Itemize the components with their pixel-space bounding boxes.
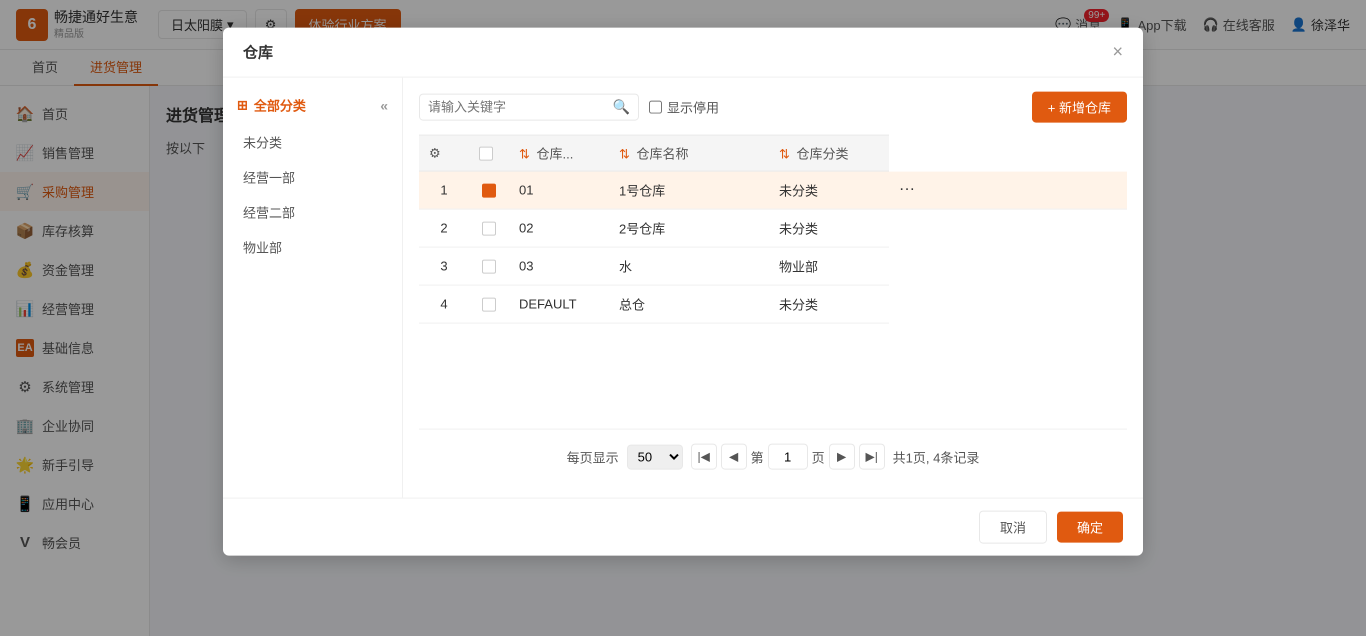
category-all-text: 全部分类 bbox=[254, 96, 306, 115]
cell-checkbox[interactable] bbox=[469, 247, 509, 285]
modal-main: 🔍 显示停用 + 新增仓库 ⚙ bbox=[403, 78, 1143, 498]
modal-close-button[interactable]: × bbox=[1112, 42, 1123, 63]
cell-category: 未分类 bbox=[769, 285, 889, 323]
cell-category: 物业部 bbox=[769, 247, 889, 285]
table-row[interactable]: 3 03 水 物业部 bbox=[419, 247, 1127, 285]
row-actions[interactable]: ··· bbox=[889, 171, 1127, 209]
first-page-button[interactable]: |◀ bbox=[691, 444, 717, 470]
table-head: ⚙ ⇅ 仓库... ⇅ 仓库名称 bbox=[419, 135, 1127, 171]
modal-toolbar: 🔍 显示停用 + 新增仓库 bbox=[419, 92, 1127, 123]
page-nav: |◀ ◀ 第 页 ▶ ▶| bbox=[691, 444, 885, 470]
th-name: ⇅ 仓库名称 bbox=[609, 135, 769, 171]
category-item-ops1[interactable]: 经营一部 bbox=[223, 160, 402, 195]
page-label: 第 bbox=[751, 447, 764, 466]
sort-icon-name: ⇅ bbox=[619, 147, 630, 162]
cell-name: 1号仓库 bbox=[609, 171, 769, 209]
search-box: 🔍 bbox=[419, 94, 639, 121]
modal-body: ⊞ 全部分类 « 未分类 经营一部 经营二部 物业部 🔍 显示停用 bbox=[223, 78, 1143, 498]
cell-name: 2号仓库 bbox=[609, 209, 769, 247]
sort-icon-cat: ⇅ bbox=[779, 147, 790, 162]
category-item-ops2[interactable]: 经营二部 bbox=[223, 195, 402, 230]
table-header-row: ⚙ ⇅ 仓库... ⇅ 仓库名称 bbox=[419, 135, 1127, 171]
cell-checkbox[interactable] bbox=[469, 171, 509, 209]
per-page-label: 每页显示 bbox=[567, 447, 619, 466]
modal-header: 仓库 × bbox=[223, 28, 1143, 78]
cell-name: 总仓 bbox=[609, 285, 769, 323]
category-all-label[interactable]: ⊞ 全部分类 bbox=[237, 96, 306, 115]
page-input[interactable] bbox=[768, 444, 808, 470]
table-row[interactable]: 4 DEFAULT 总仓 未分类 bbox=[419, 285, 1127, 323]
cell-code: 02 bbox=[509, 209, 609, 247]
cell-index: 1 bbox=[419, 171, 469, 209]
gear-col-icon: ⚙ bbox=[429, 145, 441, 160]
modal-footer: 取消 确定 bbox=[223, 498, 1143, 556]
show-disabled-label[interactable]: 显示停用 bbox=[649, 98, 719, 117]
warehouse-modal: 仓库 × ⊞ 全部分类 « 未分类 经营一部 经营二部 物业部 🔍 bbox=[223, 28, 1143, 556]
row-checkbox[interactable] bbox=[482, 298, 496, 312]
table-row[interactable]: 2 02 2号仓库 未分类 bbox=[419, 209, 1127, 247]
row-checkbox[interactable] bbox=[482, 184, 496, 198]
category-sidebar: ⊞ 全部分类 « 未分类 经营一部 经营二部 物业部 bbox=[223, 78, 403, 498]
cancel-button[interactable]: 取消 bbox=[979, 511, 1047, 544]
add-warehouse-button[interactable]: + 新增仓库 bbox=[1032, 92, 1127, 123]
sort-icon-code: ⇅ bbox=[519, 147, 530, 162]
page-total: 共1页, 4条记录 bbox=[893, 447, 980, 466]
cell-checkbox[interactable] bbox=[469, 285, 509, 323]
confirm-button[interactable]: 确定 bbox=[1057, 512, 1123, 543]
show-disabled-checkbox[interactable] bbox=[649, 101, 662, 114]
th-category: ⇅ 仓库分类 bbox=[769, 135, 889, 171]
category-item-unclassified[interactable]: 未分类 bbox=[223, 125, 402, 160]
prev-page-button[interactable]: ◀ bbox=[721, 444, 747, 470]
cell-name: 水 bbox=[609, 247, 769, 285]
show-disabled-text: 显示停用 bbox=[667, 98, 719, 117]
th-code: ⇅ 仓库... bbox=[509, 135, 609, 171]
cell-code: DEFAULT bbox=[509, 285, 609, 323]
search-icon: 🔍 bbox=[613, 99, 630, 116]
cell-code: 03 bbox=[509, 247, 609, 285]
cell-index: 4 bbox=[419, 285, 469, 323]
grid-icon: ⊞ bbox=[237, 97, 248, 113]
pagination: 每页显示 50 100 |◀ ◀ 第 页 ▶ ▶| 共1页, 4条记录 bbox=[419, 429, 1127, 484]
th-gear: ⚙ bbox=[419, 135, 469, 171]
cell-index: 2 bbox=[419, 209, 469, 247]
select-all-checkbox[interactable] bbox=[479, 147, 493, 161]
th-checkbox bbox=[469, 135, 509, 171]
next-page-button[interactable]: ▶ bbox=[829, 444, 855, 470]
category-item-property[interactable]: 物业部 bbox=[223, 230, 402, 265]
modal-title: 仓库 bbox=[243, 42, 273, 63]
table-row[interactable]: 1 01 1号仓库 未分类 ··· bbox=[419, 171, 1127, 209]
row-checkbox[interactable] bbox=[482, 222, 496, 236]
last-page-button[interactable]: ▶| bbox=[859, 444, 885, 470]
cell-code: 01 bbox=[509, 171, 609, 209]
cell-category: 未分类 bbox=[769, 209, 889, 247]
table-body: 1 01 1号仓库 未分类 ··· 2 02 2号仓库 未分类 3 03 水 物… bbox=[419, 171, 1127, 323]
cell-category: 未分类 bbox=[769, 171, 889, 209]
row-checkbox[interactable] bbox=[482, 260, 496, 274]
cell-index: 3 bbox=[419, 247, 469, 285]
page-suffix: 页 bbox=[812, 447, 825, 466]
warehouse-table: ⚙ ⇅ 仓库... ⇅ 仓库名称 bbox=[419, 135, 1127, 324]
per-page-select[interactable]: 50 100 bbox=[627, 444, 683, 469]
cell-checkbox[interactable] bbox=[469, 209, 509, 247]
collapse-icon[interactable]: « bbox=[380, 97, 388, 113]
search-input[interactable] bbox=[428, 100, 613, 115]
category-header: ⊞ 全部分类 « bbox=[223, 90, 402, 125]
